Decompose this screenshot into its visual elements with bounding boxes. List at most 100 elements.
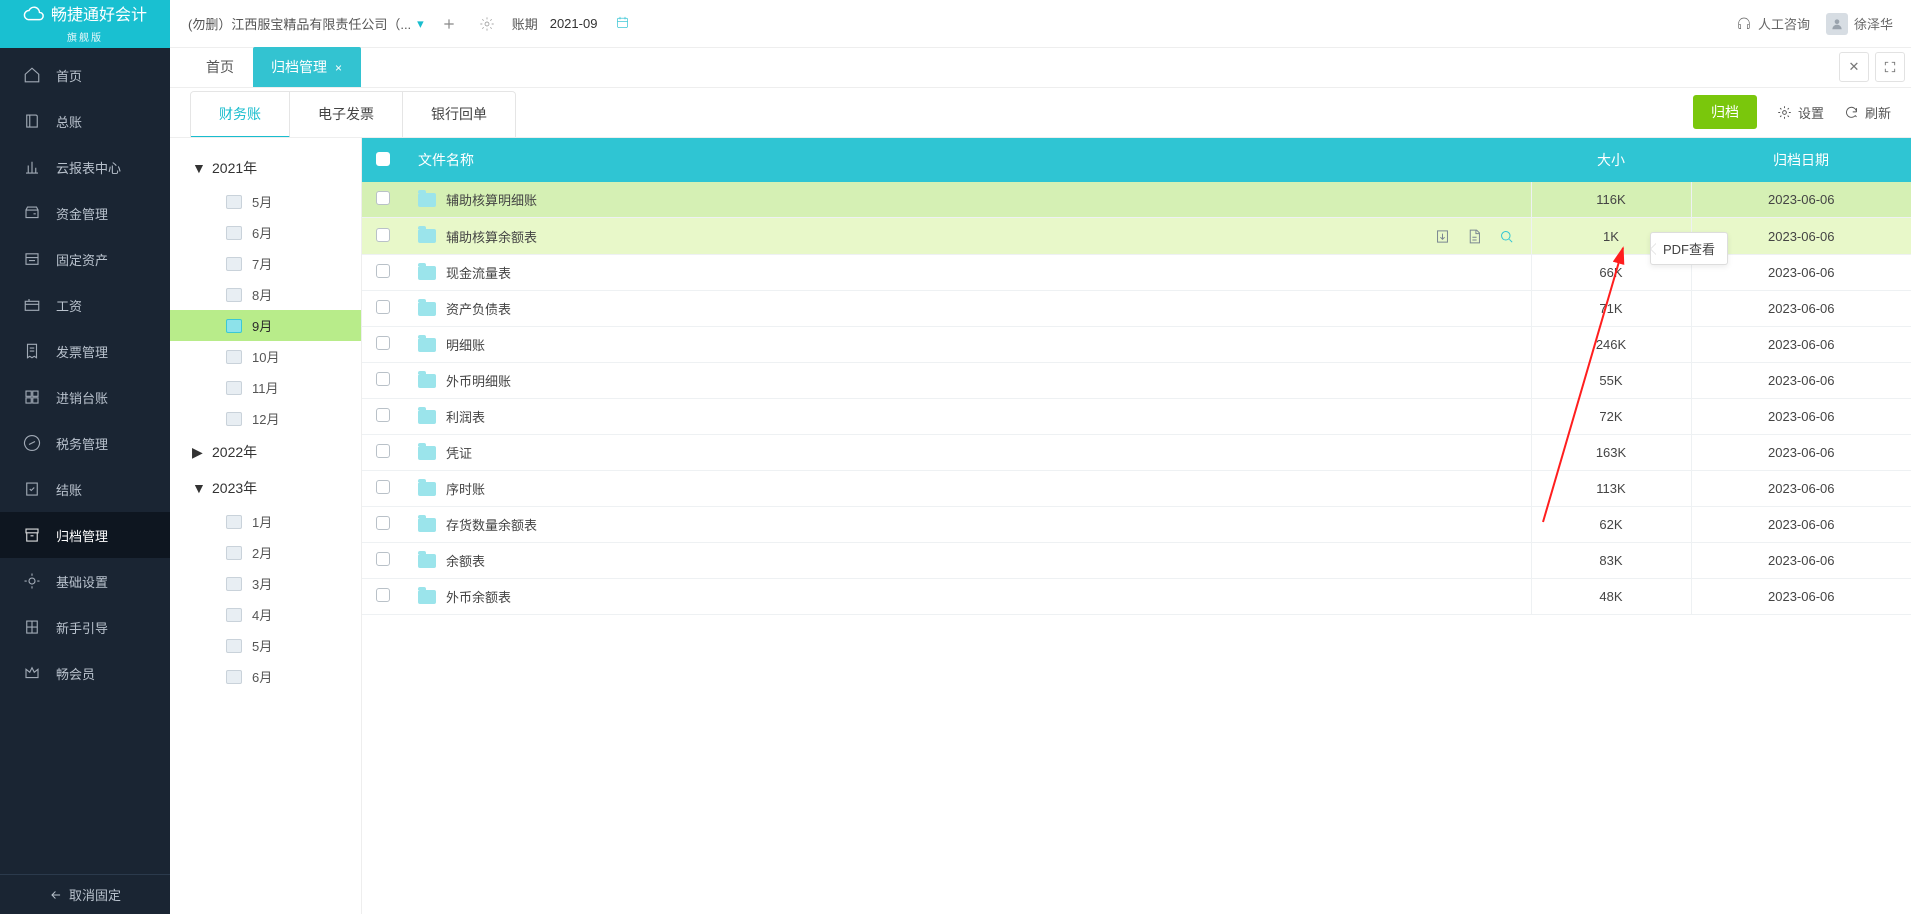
tree-month[interactable]: 8月: [170, 279, 361, 310]
row-checkbox[interactable]: [376, 336, 390, 350]
folder-icon: [226, 226, 242, 240]
tree-month[interactable]: 11月: [170, 372, 361, 403]
row-checkbox[interactable]: [376, 300, 390, 314]
tab-fullscreen[interactable]: [1875, 52, 1905, 82]
download-excel-icon[interactable]: [1433, 226, 1453, 246]
tree-month[interactable]: 4月: [170, 599, 361, 630]
row-checkbox[interactable]: [376, 264, 390, 278]
folder-icon: [226, 546, 242, 560]
file-name: 现金流量表: [446, 263, 511, 282]
tab-strip: 首页 归档管理× ✕: [170, 48, 1911, 88]
vip-icon: [22, 663, 42, 683]
file-size: 116K: [1531, 182, 1691, 218]
folder-icon: [226, 381, 242, 395]
download-pdf-icon[interactable]: [1465, 226, 1485, 246]
plus-icon: [441, 16, 457, 32]
table-row[interactable]: 外币明细账55K2023-06-06: [362, 363, 1911, 399]
tree-month[interactable]: 3月: [170, 568, 361, 599]
checkbox-all[interactable]: [376, 152, 390, 166]
sidebar-item-archive[interactable]: 归档管理: [0, 512, 170, 558]
file-size: 113K: [1531, 471, 1691, 507]
archive-button[interactable]: 归档: [1693, 95, 1757, 129]
tree-month[interactable]: 5月: [170, 186, 361, 217]
tree-month[interactable]: 6月: [170, 661, 361, 692]
file-name: 资产负债表: [446, 299, 511, 318]
table-row[interactable]: 利润表72K2023-06-06: [362, 399, 1911, 435]
sidebar-item-vip[interactable]: 畅会员: [0, 650, 170, 696]
row-checkbox[interactable]: [376, 228, 390, 242]
tree-month[interactable]: 5月: [170, 630, 361, 661]
tab-home[interactable]: 首页: [188, 47, 253, 87]
row-checkbox[interactable]: [376, 480, 390, 494]
caret-down-icon: ▼: [192, 480, 202, 496]
sidebar-item-tax[interactable]: 税务管理: [0, 420, 170, 466]
row-checkbox[interactable]: [376, 552, 390, 566]
brand-title: 畅捷通好会计: [51, 7, 147, 25]
row-checkbox[interactable]: [376, 444, 390, 458]
sidebar-item-home[interactable]: 首页: [0, 52, 170, 98]
tab-close-all[interactable]: ✕: [1839, 52, 1869, 82]
sidebar-item-ledger[interactable]: 总账: [0, 98, 170, 144]
period-value: 2021-09: [550, 16, 598, 31]
tree-month[interactable]: 2月: [170, 537, 361, 568]
subtab-2[interactable]: 银行回单: [403, 92, 515, 137]
brand-edition: 旗舰版: [67, 33, 103, 44]
caret-down-icon: ▼: [192, 160, 202, 176]
sidebar-item-asset[interactable]: 固定资产: [0, 236, 170, 282]
sidebar-item-close[interactable]: 结账: [0, 466, 170, 512]
tree-month[interactable]: 7月: [170, 248, 361, 279]
consult-link[interactable]: 人工咨询: [1736, 14, 1810, 33]
company-select[interactable]: (勿删）江西服宝精品有限责任公司（... ▾: [188, 14, 424, 33]
tree-month[interactable]: 1月: [170, 506, 361, 537]
gear-icon: [479, 16, 495, 32]
tab-archive[interactable]: 归档管理×: [253, 47, 361, 87]
table-row[interactable]: 序时账113K2023-06-06: [362, 471, 1911, 507]
table-row[interactable]: 明细账246K2023-06-06: [362, 327, 1911, 363]
tree-month-label: 10月: [252, 347, 279, 366]
sidebar-item-wallet[interactable]: 资金管理: [0, 190, 170, 236]
tree-year-label: 2022年: [212, 442, 257, 462]
pdf-view-icon[interactable]: [1497, 226, 1517, 246]
row-checkbox[interactable]: [376, 588, 390, 602]
row-checkbox[interactable]: [376, 408, 390, 422]
row-checkbox[interactable]: [376, 191, 390, 205]
subtab-1[interactable]: 电子发票: [290, 92, 403, 137]
user-menu[interactable]: 徐泽华: [1826, 13, 1893, 35]
period-picker[interactable]: [615, 15, 630, 33]
archive-button-label: 归档: [1711, 104, 1739, 120]
tab-close-icon[interactable]: ×: [335, 61, 342, 75]
tree-month[interactable]: 9月: [170, 310, 361, 341]
sidebar-item-settings[interactable]: 基础设置: [0, 558, 170, 604]
table-row[interactable]: 外币余额表48K2023-06-06: [362, 579, 1911, 615]
tree-year[interactable]: ▼2023年: [170, 470, 361, 506]
sidebar-unpin[interactable]: 取消固定: [0, 874, 170, 914]
tree-month[interactable]: 12月: [170, 403, 361, 434]
tree-year[interactable]: ▼2021年: [170, 150, 361, 186]
table-row[interactable]: 凭证163K2023-06-06: [362, 435, 1911, 471]
gear-button[interactable]: [474, 11, 500, 37]
sidebar-item-chart[interactable]: 云报表中心: [0, 144, 170, 190]
tree-month-label: 9月: [252, 316, 272, 335]
subtab-0[interactable]: 财务账: [191, 92, 290, 137]
add-button[interactable]: [436, 11, 462, 37]
refresh-link[interactable]: 刷新: [1844, 103, 1891, 122]
sidebar-item-stock[interactable]: 进销台账: [0, 374, 170, 420]
tree-month[interactable]: 6月: [170, 217, 361, 248]
row-checkbox[interactable]: [376, 372, 390, 386]
sidebar-item-invoice[interactable]: 发票管理: [0, 328, 170, 374]
table-row[interactable]: 存货数量余额表62K2023-06-06: [362, 507, 1911, 543]
tree-month[interactable]: 10月: [170, 341, 361, 372]
sidebar-item-guide[interactable]: 新手引导: [0, 604, 170, 650]
table-row[interactable]: 资产负债表71K2023-06-06: [362, 291, 1911, 327]
file-name: 明细账: [446, 335, 485, 354]
file-size: 163K: [1531, 435, 1691, 471]
tree-year[interactable]: ▶2022年: [170, 434, 361, 470]
table-row[interactable]: 余额表83K2023-06-06: [362, 543, 1911, 579]
folder-icon: [418, 410, 436, 424]
settings-link[interactable]: 设置: [1777, 103, 1824, 122]
sidebar-item-salary[interactable]: 工资: [0, 282, 170, 328]
tree-month-label: 6月: [252, 667, 272, 686]
table-row[interactable]: 辅助核算明细账116K2023-06-06: [362, 182, 1911, 218]
row-checkbox[interactable]: [376, 516, 390, 530]
tree-month-label: 4月: [252, 605, 272, 624]
